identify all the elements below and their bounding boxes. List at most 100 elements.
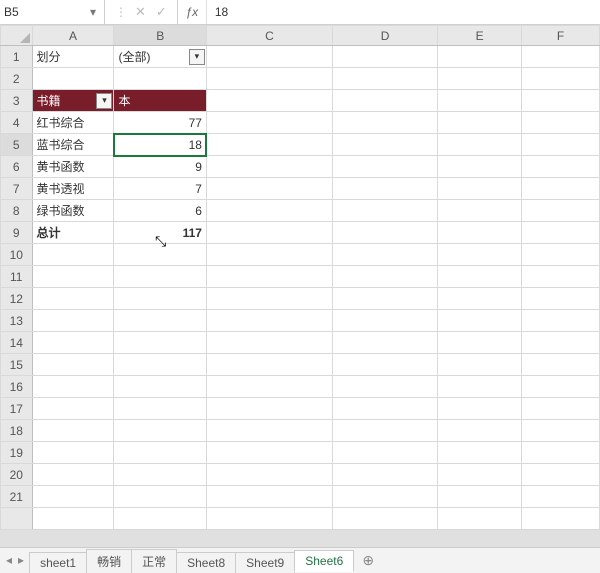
cell[interactable]: 6 [114,200,206,222]
cell[interactable]: 划分 [32,46,114,68]
row-header[interactable]: 11 [1,266,33,288]
cell[interactable] [333,90,438,112]
sheet-tab[interactable]: 正常 [131,549,177,573]
cell[interactable] [438,68,522,90]
cell[interactable] [333,464,438,486]
cell[interactable] [32,398,114,420]
cell[interactable] [206,68,332,90]
pivot-filter-dropdown-icon[interactable]: ▾ [96,93,112,109]
row-header[interactable]: 7 [1,178,33,200]
cell[interactable]: 9 [114,156,206,178]
column-header[interactable]: E [438,26,522,46]
worksheet-area[interactable]: ABCDEF 1划分(全部)▾23书籍▾本4红书综合775蓝书综合186黄书函数… [0,25,600,549]
cell[interactable] [32,266,114,288]
cell[interactable] [114,486,206,508]
fx-icon[interactable]: ƒx [178,0,207,24]
cell[interactable]: 总计 [32,222,114,244]
row-header[interactable]: 2 [1,68,33,90]
cell[interactable] [206,376,332,398]
row-header[interactable]: 10 [1,244,33,266]
name-box-dropdown-icon[interactable]: ▾ [86,5,100,19]
column-header[interactable]: D [333,26,438,46]
column-header[interactable]: A [32,26,114,46]
cell[interactable] [114,398,206,420]
cell[interactable] [522,376,600,398]
formula-input[interactable]: 18 [207,0,600,24]
cell[interactable] [522,442,600,464]
cell[interactable] [333,486,438,508]
row-header[interactable]: 17 [1,398,33,420]
cell[interactable] [522,244,600,266]
sheet-tab[interactable]: Sheet6 [294,550,354,572]
cell[interactable] [333,244,438,266]
cell[interactable] [32,464,114,486]
cell[interactable] [438,310,522,332]
row-header[interactable]: 9 [1,222,33,244]
cell[interactable] [522,134,600,156]
cell[interactable] [206,332,332,354]
cell[interactable] [333,266,438,288]
cell[interactable] [333,200,438,222]
cell[interactable] [333,112,438,134]
cell[interactable] [333,134,438,156]
cell[interactable] [114,310,206,332]
cell[interactable] [333,222,438,244]
row-header[interactable]: 21 [1,486,33,508]
cell[interactable] [333,68,438,90]
cell[interactable] [333,156,438,178]
cell[interactable] [114,354,206,376]
cell[interactable]: 红书综合 [32,112,114,134]
cell[interactable] [32,244,114,266]
cell[interactable] [333,398,438,420]
row-header[interactable]: 19 [1,442,33,464]
sheet-tab[interactable]: Sheet9 [235,552,295,573]
cell[interactable] [438,332,522,354]
cell[interactable] [333,332,438,354]
column-header[interactable]: B [114,26,206,46]
cell[interactable] [333,420,438,442]
cell[interactable] [438,354,522,376]
cell[interactable]: 7 [114,178,206,200]
cell[interactable] [333,376,438,398]
cell[interactable] [438,266,522,288]
cell[interactable] [32,68,114,90]
cell[interactable] [438,464,522,486]
cell[interactable]: 117 [114,222,206,244]
cell[interactable]: 18 [114,134,206,156]
cell[interactable] [32,332,114,354]
cell[interactable] [206,486,332,508]
cell[interactable]: 蓝书综合 [32,134,114,156]
select-all-corner[interactable] [1,26,33,46]
row-header[interactable]: 5 [1,134,33,156]
cell[interactable] [438,442,522,464]
cell[interactable] [206,354,332,376]
cell[interactable] [206,420,332,442]
row-header[interactable]: 20 [1,464,33,486]
cell[interactable] [32,420,114,442]
row-header[interactable]: 4 [1,112,33,134]
cell[interactable] [438,420,522,442]
column-header[interactable]: C [206,26,332,46]
cell[interactable] [438,222,522,244]
cell[interactable] [114,332,206,354]
cell[interactable] [522,178,600,200]
cell[interactable]: 黄书透视 [32,178,114,200]
cell[interactable] [114,68,206,90]
cell[interactable] [114,442,206,464]
cell[interactable] [206,310,332,332]
row-header[interactable]: 1 [1,46,33,68]
cell[interactable] [206,46,332,68]
cell[interactable] [522,266,600,288]
cell[interactable] [522,46,600,68]
cell[interactable] [206,222,332,244]
cell[interactable] [206,90,332,112]
row-header[interactable]: 14 [1,332,33,354]
cell[interactable] [522,420,600,442]
cell[interactable] [333,354,438,376]
cell[interactable] [522,200,600,222]
tab-nav-next-icon[interactable]: ▸ [18,553,24,567]
sheet-tab[interactable]: sheet1 [29,552,87,573]
cell[interactable] [114,288,206,310]
row-header[interactable]: 6 [1,156,33,178]
cell[interactable] [438,112,522,134]
